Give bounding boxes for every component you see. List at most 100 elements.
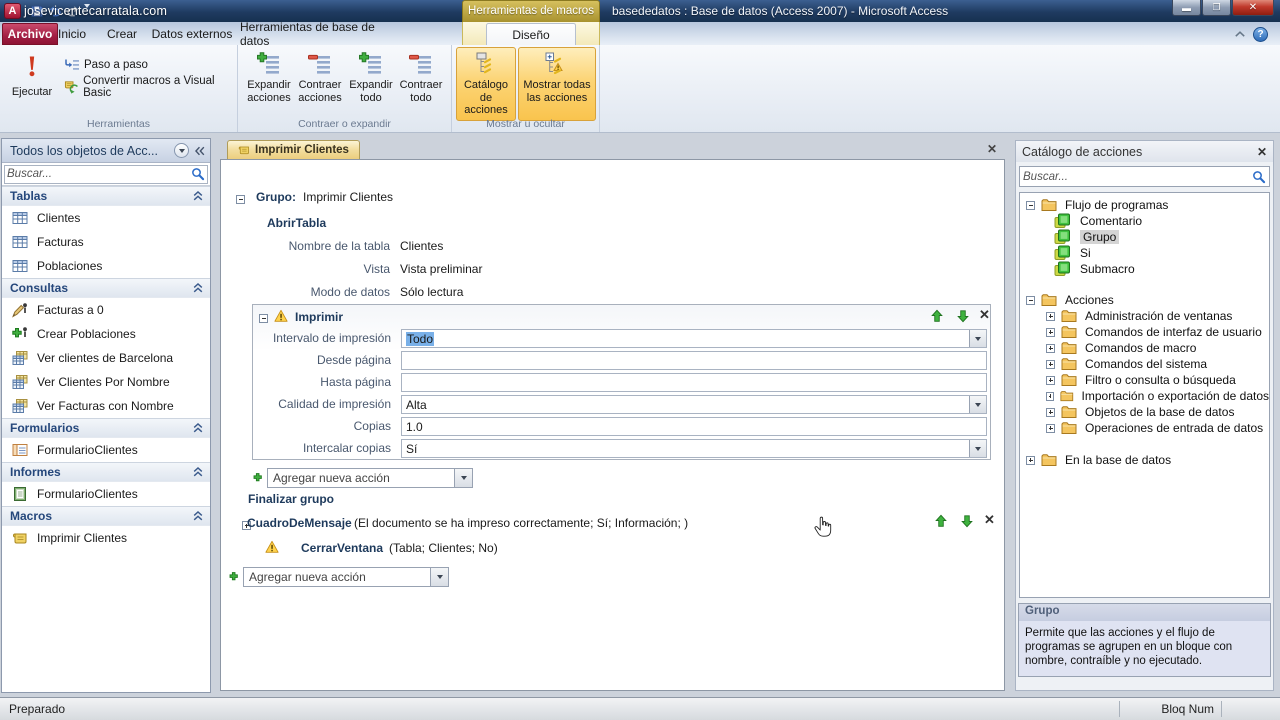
hasta-pagina-field[interactable]: [401, 373, 987, 392]
tab-datos-externos[interactable]: Datos externos: [146, 23, 238, 45]
expand-node-box[interactable]: [1046, 343, 1055, 353]
search-icon[interactable]: [1252, 170, 1266, 184]
collapse-group-box[interactable]: [236, 195, 245, 204]
expand-node-box[interactable]: [1046, 311, 1055, 321]
convertir-macros-button[interactable]: Convertir macros a Visual Basic: [64, 75, 237, 99]
prop-value[interactable]: Clientes: [400, 239, 443, 253]
access-app-icon[interactable]: A: [4, 3, 21, 19]
intercalar-copias-field[interactable]: Sí: [401, 439, 987, 458]
document-tab-imprimir-clientes[interactable]: Imprimir Clientes: [227, 140, 360, 159]
minimize-ribbon-icon[interactable]: [1234, 28, 1246, 40]
tree-node-comandos-sistema[interactable]: Comandos del sistema: [1020, 356, 1269, 372]
nav-item-ver-facturas-nombre[interactable]: Ver Facturas con Nombre: [2, 394, 210, 418]
tree-item-submacro[interactable]: Submacro: [1020, 261, 1269, 277]
move-down-icon[interactable]: [956, 309, 970, 323]
nav-section-informes[interactable]: Informes: [2, 462, 210, 482]
collapse-section-icon[interactable]: [192, 422, 204, 434]
group-name[interactable]: Imprimir Clientes: [303, 190, 393, 204]
nav-section-formularios[interactable]: Formularios: [2, 418, 210, 438]
nav-search-input[interactable]: [7, 168, 191, 180]
catalog-close-icon[interactable]: ✕: [1257, 145, 1267, 159]
dropdown-icon[interactable]: [454, 469, 472, 487]
intervalo-impresion-field[interactable]: Todo: [401, 329, 987, 348]
nav-section-macros[interactable]: Macros: [2, 506, 210, 526]
delete-action-icon[interactable]: ✕: [984, 512, 995, 528]
nav-item-formulario-clientes[interactable]: FormularioClientes: [2, 438, 210, 462]
dropdown-icon[interactable]: [969, 440, 986, 457]
tree-node-comandos-interfaz[interactable]: Comandos de interfaz de usuario: [1020, 324, 1269, 340]
action-abrirtabla[interactable]: AbrirTabla: [267, 216, 326, 230]
tree-node-en-la-base-de-datos[interactable]: En la base de datos: [1020, 452, 1269, 468]
nav-section-tablas[interactable]: Tablas: [2, 186, 210, 206]
nav-item-facturas[interactable]: Facturas: [2, 230, 210, 254]
move-up-icon[interactable]: [930, 309, 944, 323]
tree-node-objetos-base-datos[interactable]: Objetos de la base de datos: [1020, 404, 1269, 420]
tree-node-importacion-exportacion[interactable]: Importación o exportación de datos: [1020, 388, 1269, 404]
nav-section-consultas[interactable]: Consultas: [2, 278, 210, 298]
collapse-section-icon[interactable]: [192, 510, 204, 522]
nav-pane-menu-icon[interactable]: [174, 143, 189, 158]
nav-pane-header[interactable]: Todos los objetos de Acc...: [2, 139, 210, 163]
dropdown-icon[interactable]: [969, 396, 986, 413]
expand-node-box[interactable]: [1046, 375, 1055, 385]
expand-node-box[interactable]: [1046, 391, 1054, 401]
nav-item-ver-clientes-nombre[interactable]: Ver Clientes Por Nombre: [2, 370, 210, 394]
mostrar-todas-acciones-button[interactable]: Mostrar todas las acciones: [518, 47, 596, 121]
add-action-combobox[interactable]: Agregar nueva acción: [267, 468, 473, 488]
prop-value[interactable]: Vista preliminar: [400, 262, 482, 276]
tree-node-operaciones-entrada[interactable]: Operaciones de entrada de datos: [1020, 420, 1269, 436]
shutter-close-icon[interactable]: [194, 145, 206, 157]
delete-action-icon[interactable]: ✕: [979, 307, 990, 323]
move-up-icon[interactable]: [934, 514, 948, 528]
move-down-icon[interactable]: [960, 514, 974, 528]
tab-diseno[interactable]: Diseño: [486, 23, 576, 45]
collapse-action-box[interactable]: [259, 314, 268, 323]
help-icon[interactable]: ?: [1253, 27, 1268, 42]
close-button[interactable]: ✕: [1232, 0, 1274, 16]
tab-inicio[interactable]: Inicio: [50, 23, 94, 45]
document-close-icon[interactable]: ✕: [985, 142, 999, 156]
nav-item-informe-formulario-clientes[interactable]: FormularioClientes: [2, 482, 210, 506]
tree-node-administracion-ventanas[interactable]: Administración de ventanas: [1020, 308, 1269, 324]
nav-item-clientes[interactable]: Clientes: [2, 206, 210, 230]
tree-item-si[interactable]: Si: [1020, 245, 1269, 261]
add-action-combobox[interactable]: Agregar nueva acción: [243, 567, 449, 587]
expand-node-box[interactable]: [1046, 407, 1055, 417]
expand-node-box[interactable]: [1046, 327, 1055, 337]
copias-field[interactable]: 1.0: [401, 417, 987, 436]
tree-item-grupo[interactable]: Grupo: [1020, 229, 1269, 245]
contraer-todo-button[interactable]: Contraer todo: [396, 47, 446, 105]
add-action-icon[interactable]: [252, 470, 266, 484]
expandir-todo-button[interactable]: Expandir todo: [346, 47, 396, 105]
tree-node-comandos-macro[interactable]: Comandos de macro: [1020, 340, 1269, 356]
expand-node-box[interactable]: [1026, 455, 1035, 465]
nav-item-facturas-a-0[interactable]: Facturas a 0: [2, 298, 210, 322]
tree-node-filtro-consulta[interactable]: Filtro o consulta o búsqueda: [1020, 372, 1269, 388]
expandir-acciones-button[interactable]: Expandir acciones: [244, 47, 294, 105]
restore-button[interactable]: ❐: [1202, 0, 1231, 16]
catalog-search-input[interactable]: [1023, 170, 1252, 183]
nav-item-imprimir-clientes[interactable]: Imprimir Clientes: [2, 526, 210, 550]
add-action-icon[interactable]: [228, 569, 242, 583]
calidad-impresion-field[interactable]: Alta: [401, 395, 987, 414]
action-cerrarventana[interactable]: CerrarVentana: [301, 541, 383, 555]
collapse-section-icon[interactable]: [192, 282, 204, 294]
collapse-node-box[interactable]: [1026, 295, 1035, 305]
search-icon[interactable]: [191, 167, 205, 181]
minimize-button[interactable]: ▬: [1172, 0, 1201, 16]
paso-a-paso-button[interactable]: Paso a paso: [64, 55, 148, 75]
contraer-acciones-button[interactable]: Contraer acciones: [295, 47, 345, 105]
tree-item-comentario[interactable]: Comentario: [1020, 213, 1269, 229]
nav-item-ver-clientes-barcelona[interactable]: Ver clientes de Barcelona: [2, 346, 210, 370]
dropdown-icon[interactable]: [430, 568, 448, 586]
expand-node-box[interactable]: [1046, 423, 1055, 433]
desde-pagina-field[interactable]: [401, 351, 987, 370]
tab-crear[interactable]: Crear: [100, 23, 144, 45]
action-imprimir[interactable]: Imprimir: [295, 310, 343, 324]
action-cuadrodemensaje[interactable]: CuadroDeMensaje: [247, 516, 352, 530]
nav-item-crear-poblaciones[interactable]: Crear Poblaciones: [2, 322, 210, 346]
collapse-section-icon[interactable]: [192, 466, 204, 478]
dropdown-icon[interactable]: [969, 330, 986, 347]
tree-node-flujo-de-programas[interactable]: Flujo de programas: [1020, 197, 1269, 213]
expand-node-box[interactable]: [1046, 359, 1055, 369]
